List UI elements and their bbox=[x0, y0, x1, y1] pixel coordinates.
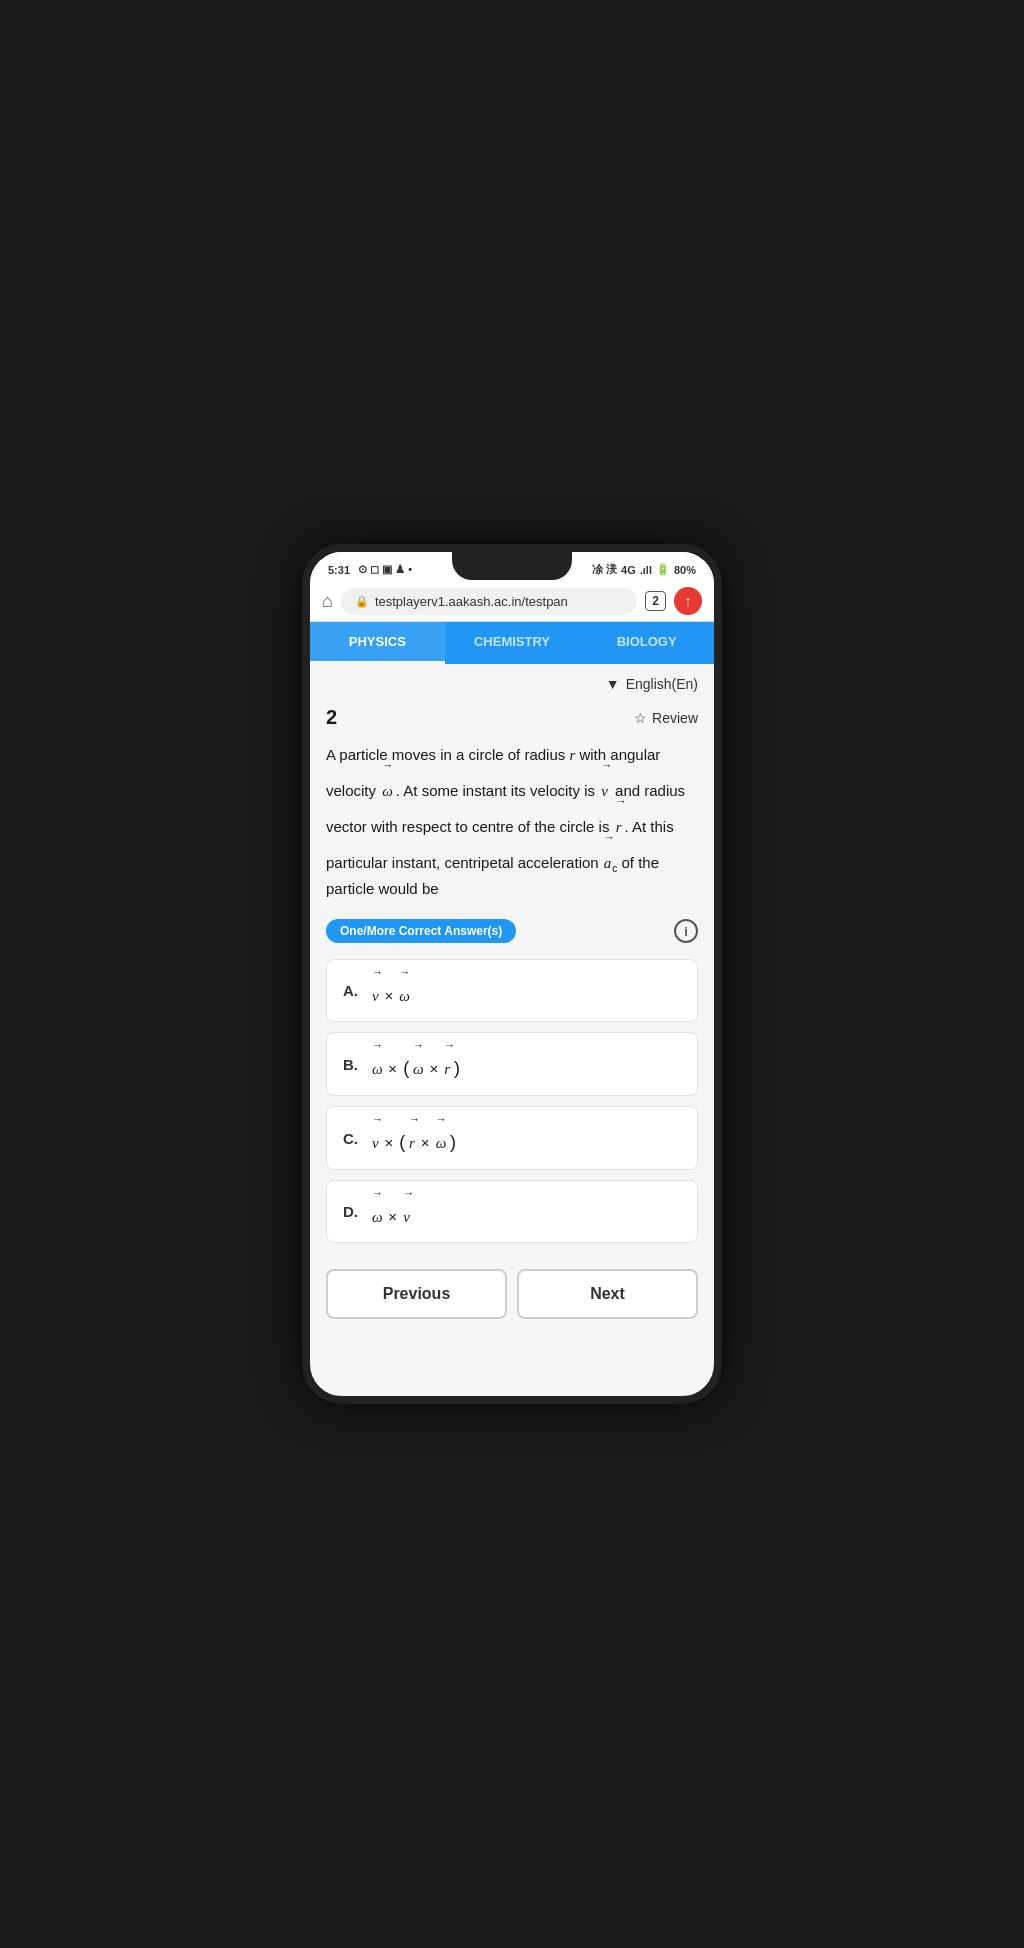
phone-frame: 5:31 ⊙ ◻ ▣ ♟ • 凃 湵 4G .ıll 🔋 80% ⌂ 🔒 tes… bbox=[302, 544, 722, 1404]
status-left: 5:31 ⊙ ◻ ▣ ♟ • bbox=[328, 563, 412, 576]
tab-chemistry[interactable]: CHEMISTRY bbox=[445, 622, 580, 664]
subject-tabs: PHYSICS CHEMISTRY BIOLOGY bbox=[310, 622, 714, 664]
language-selector[interactable]: ▼ English(En) bbox=[606, 676, 698, 692]
option-b[interactable]: B. ω × ( ω × r ) bbox=[326, 1032, 698, 1096]
tab-physics[interactable]: PHYSICS bbox=[310, 622, 445, 664]
option-d-expr: ω × v bbox=[372, 1197, 410, 1226]
question-header: 2 ☆ Review bbox=[326, 706, 698, 729]
review-button[interactable]: ☆ Review bbox=[634, 710, 698, 726]
status-right: 凃 湵 4G .ıll 🔋 80% bbox=[592, 562, 696, 577]
answer-type-badge: One/More Correct Answer(s) bbox=[326, 919, 516, 943]
lock-icon: 🔒 bbox=[355, 595, 369, 608]
url-bar[interactable]: 🔒 testplayerv1.aakash.ac.in/testpan bbox=[341, 588, 637, 615]
option-a[interactable]: A. v × ω bbox=[326, 959, 698, 1022]
answer-type-row: One/More Correct Answer(s) i bbox=[326, 919, 698, 943]
language-label: English(En) bbox=[626, 676, 698, 692]
option-a-expr: v × ω bbox=[372, 976, 410, 1005]
previous-button[interactable]: Previous bbox=[326, 1269, 507, 1319]
option-list: A. v × ω B. ω × ( ω × r ) bbox=[326, 959, 698, 1243]
option-a-label: A. bbox=[343, 982, 358, 999]
option-d[interactable]: D. ω × v bbox=[326, 1180, 698, 1243]
home-icon[interactable]: ⌂ bbox=[322, 591, 333, 612]
review-label: Review bbox=[652, 710, 698, 726]
battery-percent: 80% bbox=[674, 564, 696, 576]
tab-biology[interactable]: BIOLOGY bbox=[579, 622, 714, 664]
chevron-down-icon: ▼ bbox=[606, 676, 620, 692]
content-area: ▼ English(En) 2 ☆ Review A particle move… bbox=[310, 664, 714, 1347]
option-c-label: C. bbox=[343, 1130, 358, 1147]
notch bbox=[452, 552, 572, 580]
signal-icon: 凃 湵 bbox=[592, 562, 617, 577]
option-c-expr: v × ( r × ω ) bbox=[372, 1123, 456, 1153]
option-d-label: D. bbox=[343, 1203, 358, 1220]
star-icon: ☆ bbox=[634, 710, 647, 726]
status-icons: ⊙ ◻ ▣ ♟ • bbox=[358, 563, 412, 576]
tab-count-badge[interactable]: 2 bbox=[645, 591, 666, 611]
network-type: 4G bbox=[621, 564, 636, 576]
time: 5:31 bbox=[328, 564, 350, 576]
info-icon[interactable]: i bbox=[674, 919, 698, 943]
signal-bars: .ıll bbox=[640, 564, 652, 576]
nav-buttons: Previous Next bbox=[326, 1259, 698, 1335]
option-c[interactable]: C. v × ( r × ω ) bbox=[326, 1106, 698, 1170]
battery-icon: 🔋 bbox=[656, 563, 670, 576]
question-text: A particle moves in a circle of radius r… bbox=[326, 743, 698, 901]
browser-bar: ⌂ 🔒 testplayerv1.aakash.ac.in/testpan 2 … bbox=[310, 581, 714, 622]
option-b-expr: ω × ( ω × r ) bbox=[372, 1049, 460, 1079]
next-button[interactable]: Next bbox=[517, 1269, 698, 1319]
language-row: ▼ English(En) bbox=[326, 676, 698, 692]
question-number: 2 bbox=[326, 706, 337, 729]
upload-icon[interactable]: ↑ bbox=[674, 587, 702, 615]
url-text: testplayerv1.aakash.ac.in/testpan bbox=[375, 594, 568, 609]
option-b-label: B. bbox=[343, 1056, 358, 1073]
